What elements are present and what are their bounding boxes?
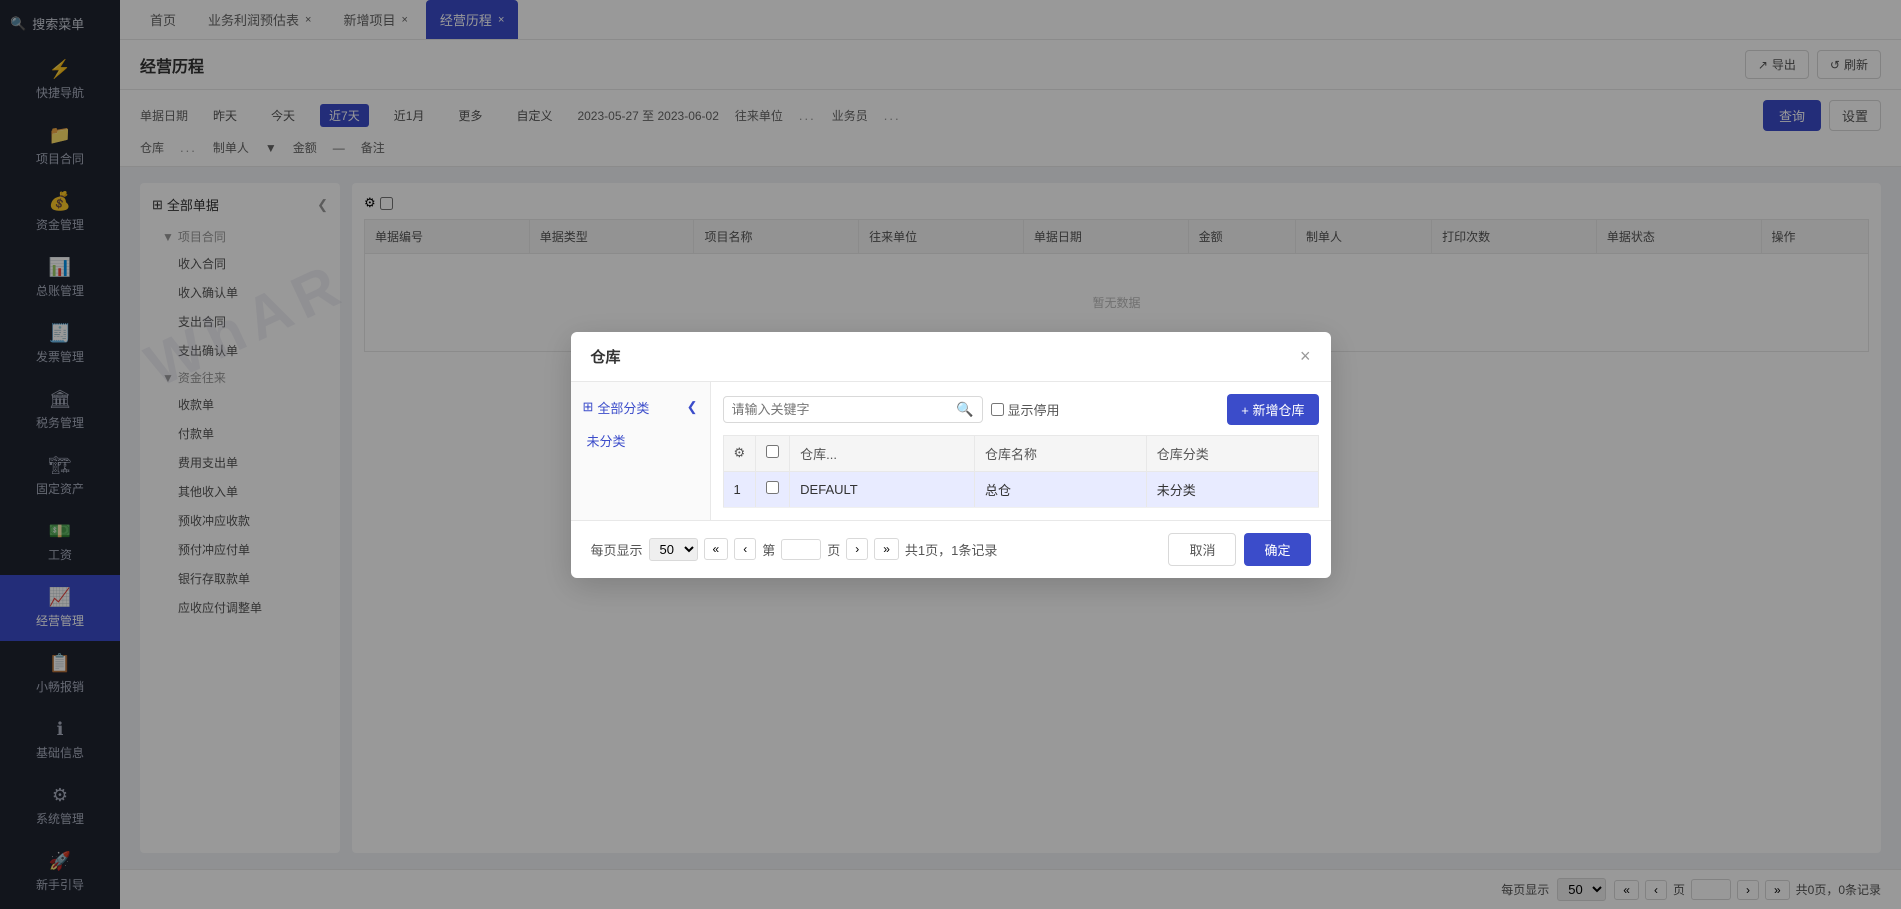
add-warehouse-button[interactable]: + 新增仓库	[1227, 394, 1318, 425]
modal-per-page-label: 每页显示	[591, 540, 643, 559]
modal-per-page-select[interactable]: 50	[649, 538, 698, 561]
modal-page-label: 第	[762, 540, 775, 559]
modal-search-icon: 🔍	[956, 401, 973, 418]
modal-next-page-btn[interactable]: ›	[846, 538, 868, 560]
modal-select-all[interactable]	[766, 445, 779, 458]
modal-prev-page-btn[interactable]: ‹	[734, 538, 756, 560]
modal-footer: 每页显示 50 « ‹ 第 1 页 › » 共1页，1条记录 取消 确定	[571, 520, 1331, 578]
modal-body: ⊞ 全部分类 ❮ 未分类 🔍 显示停用	[571, 382, 1331, 520]
modal-col-code: 仓库...	[790, 435, 975, 471]
modal-row-gear: 1	[723, 471, 756, 507]
cancel-button[interactable]: 取消	[1168, 533, 1236, 566]
modal-footer-actions: 取消 确定	[1168, 533, 1310, 566]
modal-main: 🔍 显示停用 + 新增仓库 ⚙ 仓库...	[711, 382, 1331, 520]
modal-header: 仓库 ×	[571, 332, 1331, 382]
modal-sidebar-all[interactable]: ⊞ 全部分类 ❮	[571, 392, 710, 423]
show-disabled-label[interactable]: 显示停用	[991, 400, 1060, 419]
modal-page-label2: 页	[827, 540, 840, 559]
modal-title: 仓库	[591, 346, 621, 367]
modal-first-page-btn[interactable]: «	[704, 538, 729, 560]
show-disabled-checkbox[interactable]	[991, 403, 1004, 416]
modal-col-gear: ⚙	[723, 435, 756, 471]
modal-search-box[interactable]: 🔍	[723, 396, 983, 423]
modal-overlay[interactable]: 仓库 × ⊞ 全部分类 ❮ 未分类 🔍	[0, 0, 1901, 909]
modal-total-label: 共1页，1条记录	[905, 540, 997, 559]
modal-col-category: 仓库分类	[1146, 435, 1318, 471]
modal-page-input[interactable]: 1	[781, 539, 821, 560]
table-row[interactable]: 1 DEFAULT 总仓 未分类	[723, 471, 1318, 507]
modal-row-category: 未分类	[1146, 471, 1318, 507]
modal-pagination: 每页显示 50 « ‹ 第 1 页 › » 共1页，1条记录	[591, 538, 998, 561]
modal-last-page-btn[interactable]: »	[874, 538, 899, 560]
modal-table: ⚙ 仓库... 仓库名称 仓库分类 1 DEFAULT	[723, 435, 1319, 508]
modal-row-code: DEFAULT	[790, 471, 975, 507]
modal-close-btn[interactable]: ×	[1300, 346, 1311, 367]
modal-row-name: 总仓	[974, 471, 1146, 507]
modal-row-check[interactable]	[756, 471, 790, 507]
warehouse-modal: 仓库 × ⊞ 全部分类 ❮ 未分类 🔍	[571, 332, 1331, 578]
modal-sidebar-collapse[interactable]: ❮	[687, 399, 698, 415]
modal-table-wrapper: ⚙ 仓库... 仓库名称 仓库分类 1 DEFAULT	[723, 435, 1319, 508]
modal-col-name: 仓库名称	[974, 435, 1146, 471]
modal-toolbar: 🔍 显示停用 + 新增仓库	[723, 394, 1319, 425]
modal-sidebar-unclassified[interactable]: 未分类	[571, 423, 710, 458]
confirm-button[interactable]: 确定	[1244, 533, 1310, 566]
modal-search-input[interactable]	[732, 402, 957, 417]
modal-col-check	[756, 435, 790, 471]
grid-icon-modal: ⊞	[583, 399, 594, 415]
modal-sidebar: ⊞ 全部分类 ❮ 未分类	[571, 382, 711, 520]
